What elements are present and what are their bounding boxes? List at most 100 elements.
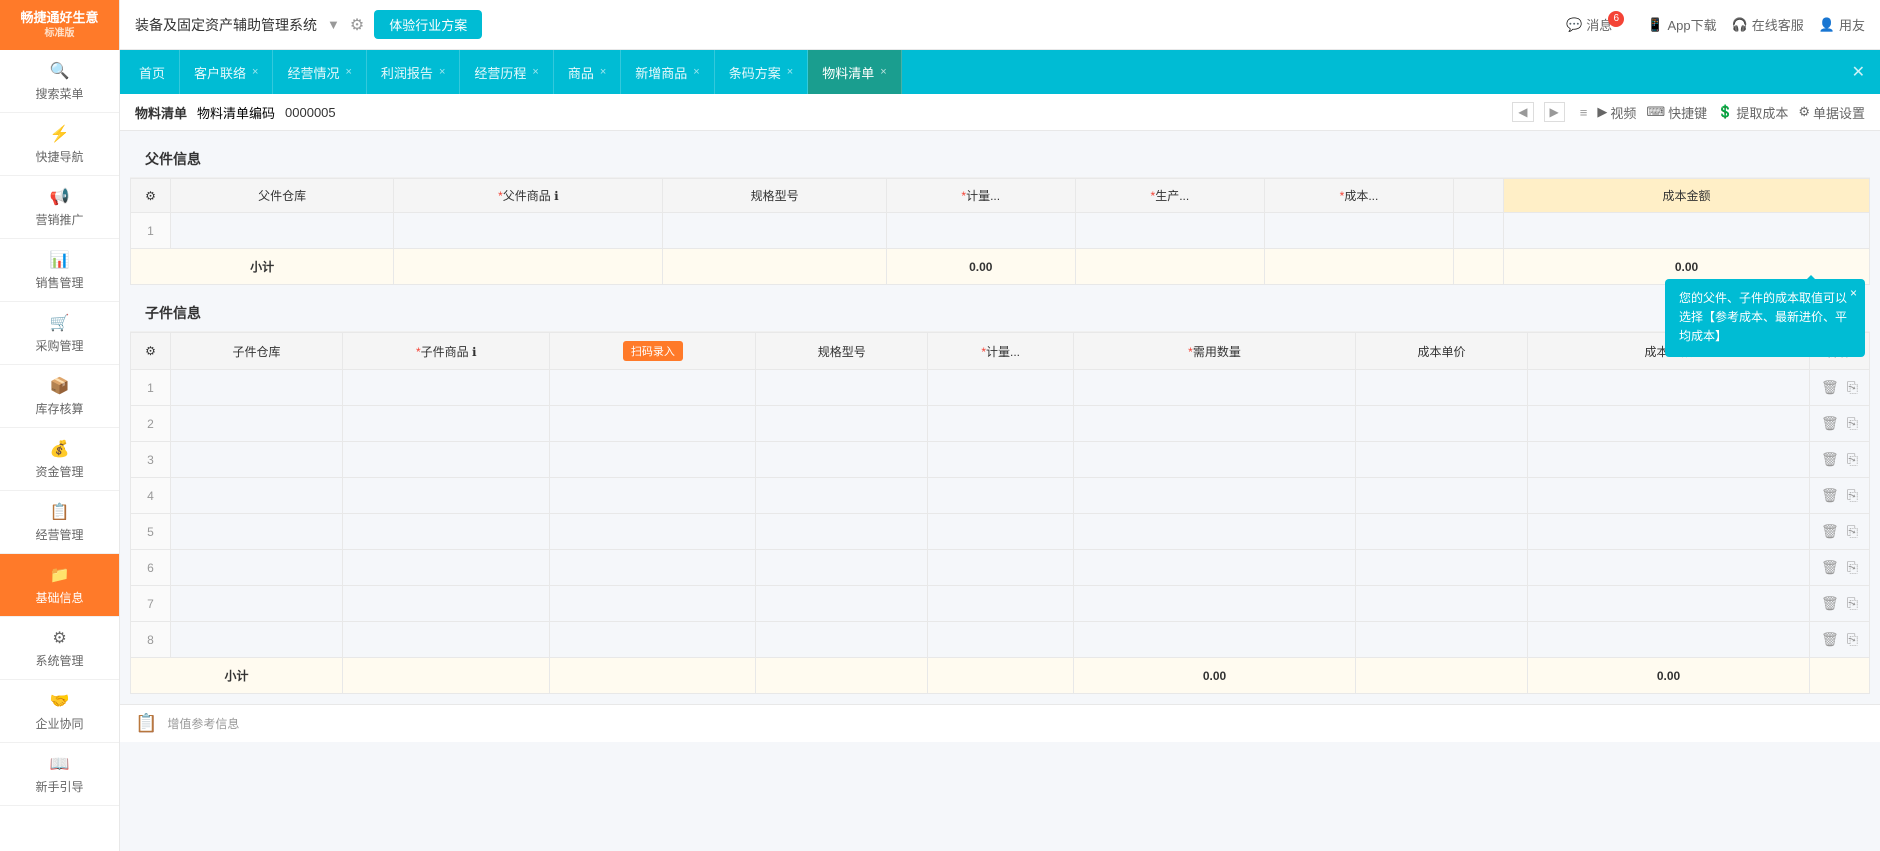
sidebar-item-1[interactable]: ⚡ 快捷导航 <box>0 113 119 176</box>
child-row-3-scan[interactable] <box>550 442 756 478</box>
grid-view-icon[interactable]: ≡ <box>1580 105 1588 120</box>
child-row-5-amount[interactable] <box>1528 514 1810 550</box>
message-item[interactable]: 💬 消息 6 <box>1566 15 1632 34</box>
child-row-6-amount[interactable] <box>1528 550 1810 586</box>
nav-arrow-next[interactable]: ▶ <box>1544 102 1565 122</box>
child-row-8-product[interactable] <box>343 622 550 658</box>
sidebar-item-9[interactable]: ⚙ 系统管理 <box>0 617 119 680</box>
parent-row-1-amount[interactable] <box>1504 213 1870 249</box>
child-row-3-spec[interactable] <box>756 442 928 478</box>
parent-row-1-spec[interactable] <box>663 213 886 249</box>
nav-tab-3[interactable]: 利润报告× <box>367 50 460 94</box>
child-row-3-qty[interactable] <box>1074 442 1356 478</box>
nav-tab-close-5[interactable]: × <box>600 66 606 78</box>
nav-tab-close-1[interactable]: × <box>252 66 258 78</box>
sidebar-item-8[interactable]: 📁 基础信息 <box>0 554 119 617</box>
child-row-1-unit-price[interactable] <box>1355 370 1527 406</box>
child-row-5-scan[interactable] <box>550 514 756 550</box>
child-row-6-spec[interactable] <box>756 550 928 586</box>
single-settings-action[interactable]: ⚙ 单据设置 <box>1798 103 1865 122</box>
child-row-5-product[interactable] <box>343 514 550 550</box>
child-row-3-unit[interactable] <box>928 442 1074 478</box>
nav-tab-7[interactable]: 条码方案× <box>715 50 808 94</box>
child-row-7-qty[interactable] <box>1074 586 1356 622</box>
child-row-4-scan[interactable] <box>550 478 756 514</box>
nav-tab-close-3[interactable]: × <box>439 66 445 78</box>
sidebar-item-4[interactable]: 🛒 采购管理 <box>0 302 119 365</box>
nav-tab-5[interactable]: 商品× <box>554 50 621 94</box>
child-row-4-unit[interactable] <box>928 478 1074 514</box>
copy-icon-1[interactable]: ⎘ <box>1847 379 1858 396</box>
delete-icon-1[interactable]: 🗑 <box>1821 379 1839 396</box>
nav-tab-close-7[interactable]: × <box>787 66 793 78</box>
nav-tab-1[interactable]: 客户联络× <box>180 50 273 94</box>
child-row-5-warehouse[interactable] <box>171 514 343 550</box>
nav-tab-4[interactable]: 经营历程× <box>460 50 553 94</box>
copy-icon-7[interactable]: ⎘ <box>1847 595 1858 612</box>
child-row-4-product[interactable] <box>343 478 550 514</box>
online-service-item[interactable]: 🎧 在线客服 <box>1732 15 1804 34</box>
child-row-7-product[interactable] <box>343 586 550 622</box>
child-row-6-unit[interactable] <box>928 550 1074 586</box>
child-row-5-spec[interactable] <box>756 514 928 550</box>
nav-tab-6[interactable]: 新增商品× <box>621 50 714 94</box>
user-item[interactable]: 👤 用友 <box>1819 15 1865 34</box>
delete-icon-5[interactable]: 🗑 <box>1821 523 1839 540</box>
sidebar-item-5[interactable]: 📦 库存核算 <box>0 365 119 428</box>
child-row-8-spec[interactable] <box>756 622 928 658</box>
parent-row-1-unit[interactable] <box>886 213 1075 249</box>
child-row-1-unit[interactable] <box>928 370 1074 406</box>
child-row-2-warehouse[interactable] <box>171 406 343 442</box>
video-action[interactable]: ▶ 视频 <box>1597 103 1636 122</box>
child-row-3-unit-price[interactable] <box>1355 442 1527 478</box>
nav-arrow-prev[interactable]: ◀ <box>1512 102 1533 122</box>
child-row-2-spec[interactable] <box>756 406 928 442</box>
child-row-5-unit-price[interactable] <box>1355 514 1527 550</box>
child-row-2-amount[interactable] <box>1528 406 1810 442</box>
copy-icon-6[interactable]: ⎘ <box>1847 559 1858 576</box>
parent-gear-th[interactable]: ⚙ <box>131 179 171 213</box>
child-row-4-qty[interactable] <box>1074 478 1356 514</box>
child-row-7-unit[interactable] <box>928 586 1074 622</box>
dropdown-arrow-icon[interactable]: ▼ <box>327 17 340 32</box>
child-row-5-unit[interactable] <box>928 514 1074 550</box>
nav-tab-close-4[interactable]: × <box>532 66 538 78</box>
child-row-8-amount[interactable] <box>1528 622 1810 658</box>
sidebar-item-3[interactable]: 📊 销售管理 <box>0 239 119 302</box>
sidebar-item-7[interactable]: 📋 经营管理 <box>0 491 119 554</box>
child-row-6-qty[interactable] <box>1074 550 1356 586</box>
child-row-7-spec[interactable] <box>756 586 928 622</box>
sidebar-item-10[interactable]: 🤝 企业协同 <box>0 680 119 743</box>
nav-tab-2[interactable]: 经营情况× <box>273 50 366 94</box>
child-row-4-spec[interactable] <box>756 478 928 514</box>
copy-icon-8[interactable]: ⎘ <box>1847 631 1858 648</box>
child-row-8-unit[interactable] <box>928 622 1074 658</box>
child-row-1-warehouse[interactable] <box>171 370 343 406</box>
copy-icon-3[interactable]: ⎘ <box>1847 451 1858 468</box>
tooltip-close-button[interactable]: × <box>1850 284 1857 303</box>
sidebar-item-2[interactable]: 📢 营销推广 <box>0 176 119 239</box>
child-row-7-scan[interactable] <box>550 586 756 622</box>
child-row-1-scan[interactable] <box>550 370 756 406</box>
nav-tab-0[interactable]: 首页 <box>125 50 180 94</box>
child-row-4-unit-price[interactable] <box>1355 478 1527 514</box>
child-row-6-scan[interactable] <box>550 550 756 586</box>
child-row-8-qty[interactable] <box>1074 622 1356 658</box>
child-row-1-qty[interactable] <box>1074 370 1356 406</box>
child-row-1-product[interactable] <box>343 370 550 406</box>
child-row-8-warehouse[interactable] <box>171 622 343 658</box>
parent-row-1-product[interactable] <box>394 213 663 249</box>
delete-icon-6[interactable]: 🗑 <box>1821 559 1839 576</box>
child-row-8-scan[interactable] <box>550 622 756 658</box>
child-row-1-spec[interactable] <box>756 370 928 406</box>
child-row-2-unit-price[interactable] <box>1355 406 1527 442</box>
extract-cost-action[interactable]: 💲 提取成本 <box>1717 103 1788 122</box>
delete-icon-8[interactable]: 🗑 <box>1821 631 1839 648</box>
copy-icon-5[interactable]: ⎘ <box>1847 523 1858 540</box>
delete-icon-4[interactable]: 🗑 <box>1821 487 1839 504</box>
child-row-5-qty[interactable] <box>1074 514 1356 550</box>
child-row-3-amount[interactable] <box>1528 442 1810 478</box>
child-row-2-product[interactable] <box>343 406 550 442</box>
child-row-6-warehouse[interactable] <box>171 550 343 586</box>
sidebar-item-0[interactable]: 🔍 搜索菜单 <box>0 50 119 113</box>
